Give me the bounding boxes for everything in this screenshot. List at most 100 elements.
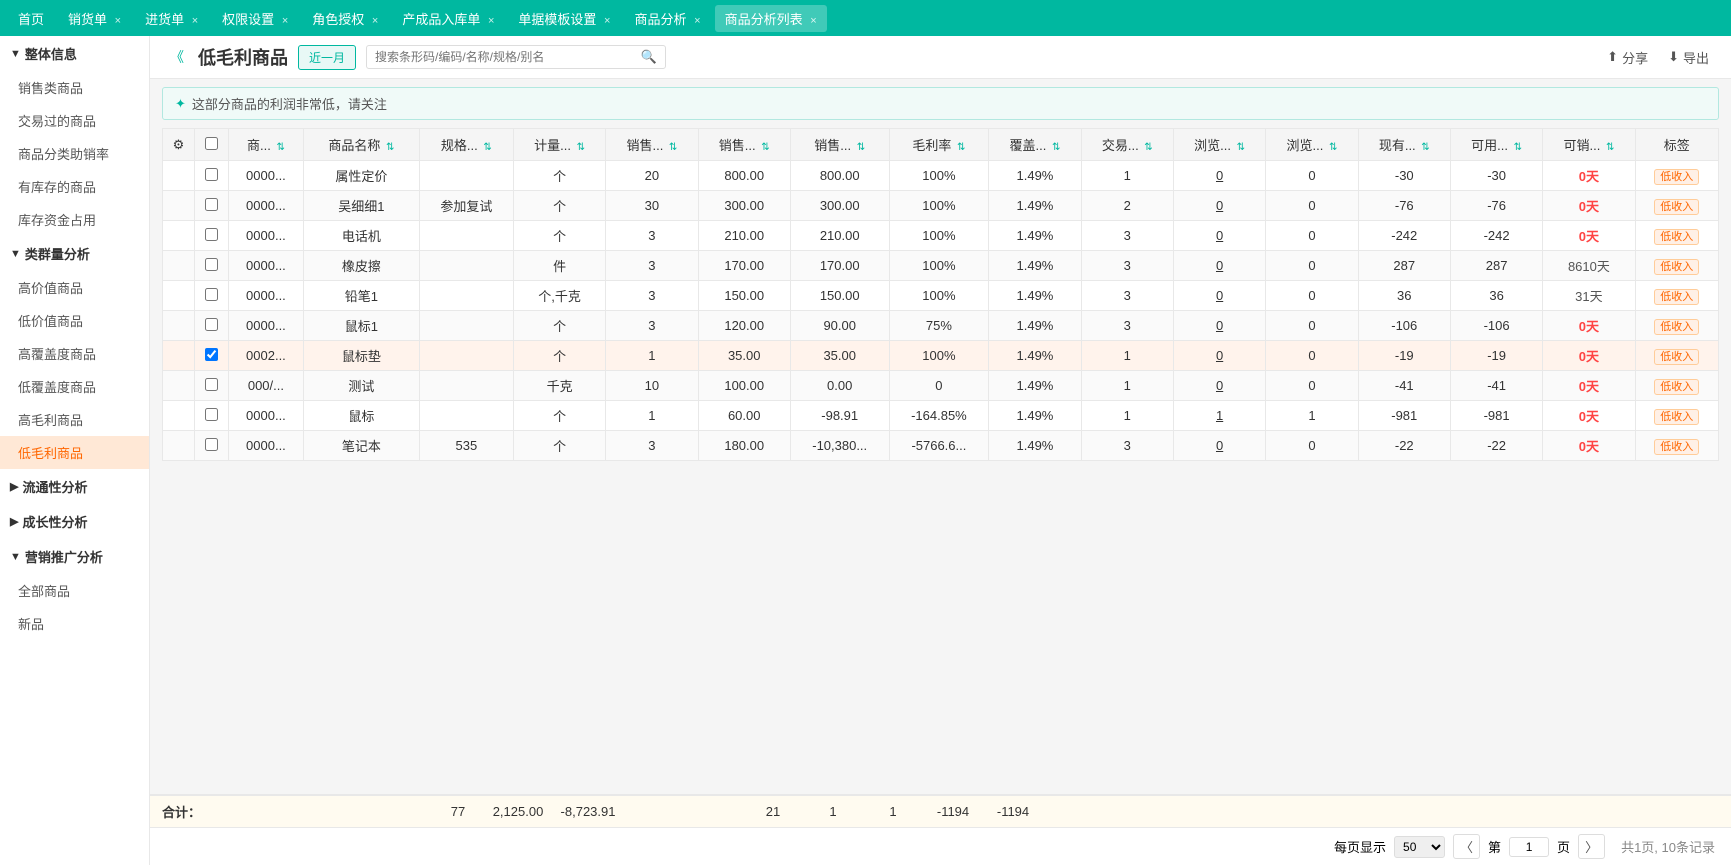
row-checkbox-1[interactable]: [194, 161, 228, 191]
row-tag-1: 低收入: [1635, 161, 1718, 191]
nav-item-roles[interactable]: 角色授权 ×: [302, 5, 388, 32]
top-navigation: 首页 销货单 × 进货单 × 权限设置 × 角色授权 × 产成品入库单 × 单据…: [0, 0, 1731, 36]
col-checkbox[interactable]: [194, 129, 228, 161]
footer-view1: 1: [803, 804, 863, 819]
table-row: 000/... 测试 千克 10 100.00 0.00 0 1.49% 1 0…: [163, 371, 1719, 401]
next-page-button[interactable]: 〉: [1578, 834, 1605, 859]
nav-item-products[interactable]: 产成品入库单 ×: [392, 5, 504, 32]
notice-bar: ✦ 这部分商品的利润非常低，请关注: [162, 87, 1719, 120]
row-checkbox-4[interactable]: [194, 251, 228, 281]
row-checkbox-7[interactable]: [194, 341, 228, 371]
nav-item-sales[interactable]: 销货单 ×: [58, 5, 131, 32]
row-settings-7: [163, 341, 195, 371]
nav-item-home[interactable]: 首页: [8, 5, 54, 32]
sidebar-collapse-button[interactable]: 《: [166, 45, 188, 69]
row-settings-1: [163, 161, 195, 191]
row-view1-3[interactable]: 0: [1173, 221, 1265, 251]
nav-close-purchase[interactable]: ×: [192, 15, 198, 27]
row-view1-8[interactable]: 0: [1173, 371, 1265, 401]
nav-item-goods-list[interactable]: 商品分析列表 ×: [715, 5, 827, 32]
nav-item-goods-analysis[interactable]: 商品分析 ×: [624, 5, 710, 32]
row-tag-7: 低收入: [1635, 341, 1718, 371]
row-stock-current-7: -19: [1358, 341, 1450, 371]
row-stock-current-3: -242: [1358, 221, 1450, 251]
footer-sales-qty: 77: [433, 804, 483, 819]
per-page-select[interactable]: 20 50 100: [1394, 836, 1445, 858]
row-code-8: 000/...: [228, 371, 303, 401]
sidebar-item-high-coverage[interactable]: 高覆盖度商品: [0, 337, 149, 370]
row-tag-2: 低收入: [1635, 191, 1718, 221]
row-checkbox-9[interactable]: [194, 401, 228, 431]
nav-close-goods-list[interactable]: ×: [810, 15, 816, 27]
row-name-1: 属性定价: [304, 161, 420, 191]
col-name: 商品名称 ⇅: [304, 129, 420, 161]
footer-label: 合计：: [162, 802, 201, 821]
date-filter-button[interactable]: 近一月: [298, 45, 356, 70]
row-spec-8: [419, 371, 513, 401]
sidebar-group-overall[interactable]: ▼ 整体信息: [0, 36, 149, 71]
sidebar-item-stock-capital[interactable]: 库存资金占用: [0, 203, 149, 236]
sidebar-item-all-goods[interactable]: 全部商品: [0, 574, 149, 607]
row-checkbox-8[interactable]: [194, 371, 228, 401]
row-view1-4[interactable]: 0: [1173, 251, 1265, 281]
nav-close-templates[interactable]: ×: [604, 15, 610, 27]
row-stock-sellable-3: 0天: [1543, 221, 1635, 251]
row-checkbox-2[interactable]: [194, 191, 228, 221]
row-unit-1: 个: [513, 161, 605, 191]
nav-close-sales[interactable]: ×: [115, 15, 121, 27]
sidebar-item-sales-goods[interactable]: 销售类商品: [0, 71, 149, 104]
sidebar-item-stock-goods[interactable]: 有库存的商品: [0, 170, 149, 203]
sidebar-item-low-margin[interactable]: 低毛利商品: [0, 436, 149, 469]
nav-close-roles[interactable]: ×: [372, 15, 378, 27]
sidebar-item-category-sales-rate[interactable]: 商品分类助销率: [0, 137, 149, 170]
sidebar-group-flow[interactable]: ▶ 流通性分析: [0, 469, 149, 504]
select-all-checkbox[interactable]: [205, 137, 218, 150]
sidebar-item-new-goods[interactable]: 新品: [0, 607, 149, 640]
sidebar-item-low-value[interactable]: 低价值商品: [0, 304, 149, 337]
row-trade-3: 3: [1081, 221, 1173, 251]
col-settings[interactable]: ⚙: [163, 129, 195, 161]
sidebar-group-growth[interactable]: ▶ 成长性分析: [0, 504, 149, 539]
sidebar-item-traded-goods[interactable]: 交易过的商品: [0, 104, 149, 137]
nav-item-permissions[interactable]: 权限设置 ×: [212, 5, 298, 32]
row-checkbox-5[interactable]: [194, 281, 228, 311]
search-icon[interactable]: 🔍: [641, 49, 657, 65]
nav-close-goods-analysis[interactable]: ×: [694, 15, 700, 27]
prev-page-button[interactable]: 〈: [1453, 834, 1480, 859]
row-view1-7[interactable]: 0: [1173, 341, 1265, 371]
row-view1-10[interactable]: 0: [1173, 431, 1265, 461]
row-checkbox-3[interactable]: [194, 221, 228, 251]
row-coverage-9: 1.49%: [989, 401, 1081, 431]
row-sales-qty-8: 10: [606, 371, 698, 401]
sidebar-item-high-value[interactable]: 高价值商品: [0, 271, 149, 304]
search-input[interactable]: [375, 50, 635, 64]
row-sales-price-3: 210.00: [698, 221, 790, 251]
row-view1-2[interactable]: 0: [1173, 191, 1265, 221]
row-unit-3: 个: [513, 221, 605, 251]
nav-item-templates[interactable]: 单据模板设置 ×: [508, 5, 620, 32]
row-sales-price-1: 800.00: [698, 161, 790, 191]
row-view1-6[interactable]: 0: [1173, 311, 1265, 341]
row-view1-5[interactable]: 0: [1173, 281, 1265, 311]
row-spec-7: [419, 341, 513, 371]
share-button[interactable]: ⬆ 分享: [1601, 45, 1654, 70]
row-view1-9[interactable]: 1: [1173, 401, 1265, 431]
row-view1-1[interactable]: 0: [1173, 161, 1265, 191]
row-checkbox-6[interactable]: [194, 311, 228, 341]
nav-item-purchase[interactable]: 进货单 ×: [135, 5, 208, 32]
row-margin-rate-7: 100%: [889, 341, 989, 371]
page-input[interactable]: [1509, 837, 1549, 857]
col-stock-current: 现有... ⇅: [1358, 129, 1450, 161]
sidebar-group-cluster[interactable]: ▼ 类群量分析: [0, 236, 149, 271]
row-settings-6: [163, 311, 195, 341]
sidebar-item-high-margin[interactable]: 高毛利商品: [0, 403, 149, 436]
row-tag-6: 低收入: [1635, 311, 1718, 341]
row-sales-amount-1: 800.00: [790, 161, 889, 191]
sidebar-item-low-coverage[interactable]: 低覆盖度商品: [0, 370, 149, 403]
nav-close-products[interactable]: ×: [488, 15, 494, 27]
nav-close-permissions[interactable]: ×: [282, 15, 288, 27]
export-button[interactable]: ⬇ 导出: [1662, 45, 1715, 70]
sidebar-group-marketing[interactable]: ▼ 营销推广分析: [0, 539, 149, 574]
row-checkbox-10[interactable]: [194, 431, 228, 461]
row-code-2: 0000...: [228, 191, 303, 221]
